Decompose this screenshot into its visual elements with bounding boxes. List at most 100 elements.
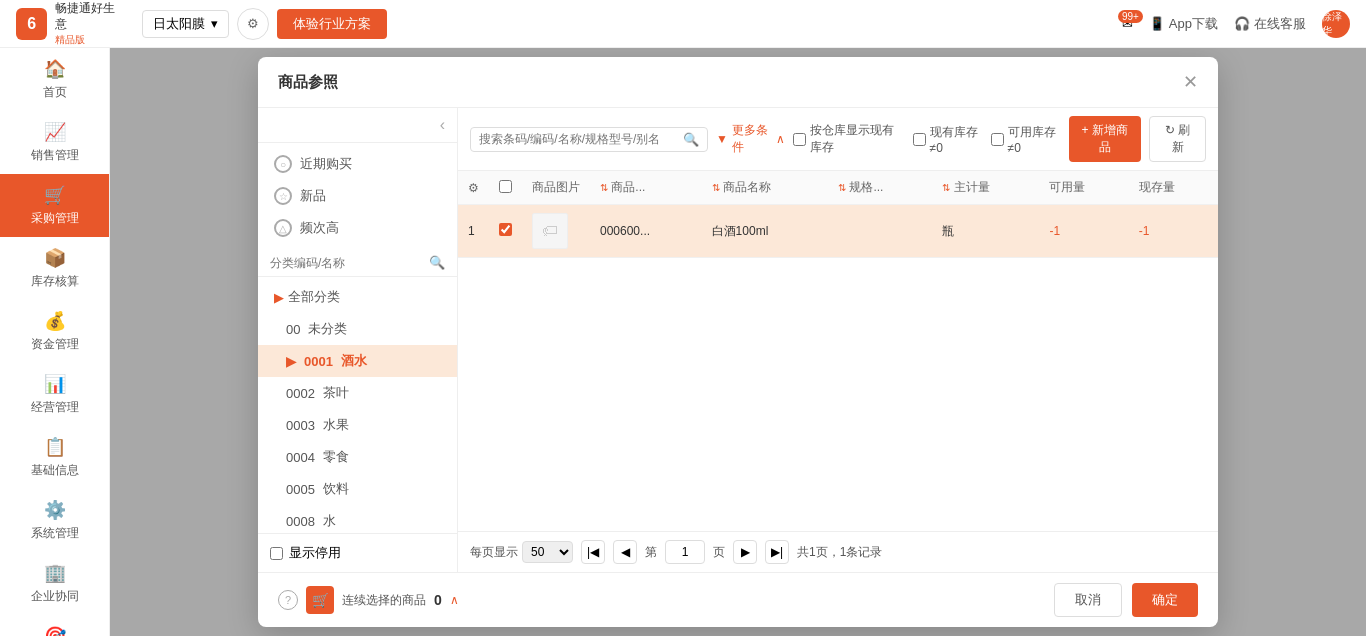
basic-info-icon: 📋 [44, 436, 66, 458]
online-service-button[interactable]: 🎧 在线客服 [1234, 15, 1306, 33]
finance-icon: 💰 [44, 310, 66, 332]
action-buttons: + 新增商品 ↻ 刷新 [1069, 116, 1206, 162]
top-center: 日太阳膜 ▾ ⚙ 体验行业方案 [142, 8, 1122, 40]
table-row[interactable]: 1 🏷 [458, 205, 1218, 258]
sort-unit-icon[interactable]: ⇅ [942, 182, 950, 193]
sort-code-icon[interactable]: ⇅ [600, 182, 608, 193]
add-product-button[interactable]: + 新增商品 [1069, 116, 1141, 162]
category-0001[interactable]: ▶ 0001 酒水 [258, 345, 457, 377]
page-number-input[interactable] [665, 540, 705, 564]
col-image-header: 商品图片 [522, 171, 590, 205]
user-profile[interactable]: 徐泽华 [1322, 10, 1350, 38]
per-page-select[interactable]: 50 20 100 [522, 541, 573, 563]
seq-cell: 1 [458, 205, 489, 258]
modal-close-button[interactable]: ✕ [1183, 71, 1198, 93]
sidebar-item-operations[interactable]: 📊 经营管理 [0, 363, 109, 426]
col-name-header: ⇅ 商品名称 [702, 171, 828, 205]
refresh-button[interactable]: ↻ 刷新 [1149, 116, 1206, 162]
next-page-button[interactable]: ▶ [733, 540, 757, 564]
sort-spec-icon[interactable]: ⇅ [838, 182, 846, 193]
product-search-input[interactable] [479, 132, 679, 146]
sidebar-item-inventory[interactable]: 📦 库存核算 [0, 237, 109, 300]
category-0004[interactable]: 0004 零食 [258, 441, 457, 473]
category-00[interactable]: 00 未分类 [258, 313, 457, 345]
recent-purchase-button[interactable]: ○ 近期购买 [258, 149, 457, 179]
sidebar-item-home[interactable]: 🏠 首页 [0, 48, 109, 111]
settings-button[interactable]: ⚙ [237, 8, 269, 40]
col-stock-header: 现存量 [1129, 171, 1218, 205]
product-search-box: 🔍 [470, 127, 708, 152]
chevron-down-icon: ▾ [211, 16, 218, 31]
star-icon: ☆ [274, 187, 292, 205]
confirm-button[interactable]: 确定 [1132, 583, 1198, 617]
show-disabled-checkbox[interactable] [270, 547, 283, 560]
expand-all-arrow: ▶ [274, 290, 284, 305]
sidebar-item-enterprise[interactable]: 🏢 企业协同 [0, 552, 109, 615]
selected-count: 0 [434, 592, 442, 608]
page-label: 第 [645, 544, 657, 561]
category-all[interactable]: ▶ 全部分类 [258, 281, 457, 313]
left-panel: ‹ ○ 近期购买 ☆ 新品 △ [258, 108, 458, 572]
sidebar-item-purchase[interactable]: 🛒 采购管理 [0, 174, 109, 237]
category-0003[interactable]: 0003 水果 [258, 409, 457, 441]
row-checkbox[interactable] [499, 223, 512, 236]
help-icon[interactable]: ? [278, 590, 298, 610]
high-frequency-button[interactable]: △ 频次高 [258, 213, 457, 243]
select-all-checkbox[interactable] [499, 180, 512, 193]
sidebar-item-sales[interactable]: 📈 销售管理 [0, 111, 109, 174]
mobile-icon: 📱 [1149, 16, 1165, 31]
footer-right: 取消 确定 [1054, 583, 1198, 617]
gear-settings-icon[interactable]: ⚙ [468, 181, 479, 195]
available-nonzero-row: 可用库存≠0 [991, 124, 1061, 155]
sales-icon: 📈 [44, 121, 66, 143]
cancel-button[interactable]: 取消 [1054, 583, 1122, 617]
sidebar-item-system[interactable]: ⚙️ 系统管理 [0, 489, 109, 552]
trial-button[interactable]: 体验行业方案 [277, 9, 387, 39]
last-page-button[interactable]: ▶| [765, 540, 789, 564]
category-0002[interactable]: 0002 茶叶 [258, 377, 457, 409]
app-download-button[interactable]: 📱 App下载 [1149, 15, 1218, 33]
category-search-icon[interactable]: 🔍 [429, 255, 445, 270]
sort-name-icon[interactable]: ⇅ [712, 182, 720, 193]
active-arrow-icon: ▶ [286, 354, 296, 369]
category-search-row: 🔍 [258, 249, 457, 277]
messages-button[interactable]: ✉ 99+ [1122, 16, 1133, 31]
category-0008[interactable]: 0008 水 [258, 505, 457, 533]
category-search-input[interactable] [270, 256, 423, 270]
col-spec-header: ⇅ 规格... [828, 171, 932, 205]
unit-cell: 瓶 [932, 205, 1039, 258]
collapse-left-button[interactable]: ‹ [440, 116, 445, 134]
home-icon: 🏠 [44, 58, 66, 80]
search-icon[interactable]: 🔍 [683, 132, 699, 147]
main-layout: 🏠 首页 📈 销售管理 🛒 采购管理 📦 库存核算 💰 资金管理 📊 经营管理 … [0, 48, 1366, 636]
sidebar-item-finance[interactable]: 💰 资金管理 [0, 300, 109, 363]
prev-page-button[interactable]: ◀ [613, 540, 637, 564]
headset-icon: 🎧 [1234, 16, 1250, 31]
col-gear: ⚙ [458, 171, 489, 205]
available-nonzero-checkbox[interactable] [991, 133, 1004, 146]
continuous-select-label: 连续选择的商品 [342, 592, 426, 609]
filter-icon: ▼ [716, 132, 728, 146]
total-info: 共1页，1条记录 [797, 544, 882, 561]
left-footer: 显示停用 [258, 533, 457, 572]
available-cell: -1 [1039, 205, 1128, 258]
col-unit-header: ⇅ 主计量 [932, 171, 1039, 205]
stock-nonzero-checkbox[interactable] [913, 133, 926, 146]
modal-header: 商品参照 ✕ [258, 57, 1218, 108]
image-cell: 🏷 [522, 205, 590, 258]
table-header-row: ⚙ 商品图片 [458, 171, 1218, 205]
sidebar-item-basic-info[interactable]: 📋 基础信息 [0, 426, 109, 489]
sidebar-item-guide[interactable]: 🎯 新手引导 [0, 615, 109, 636]
chevron-up-icon[interactable]: ∧ [450, 593, 459, 607]
store-name: 日太阳膜 [153, 15, 205, 33]
page-suffix: 页 [713, 544, 725, 561]
modal-overlay: 商品参照 ✕ ‹ ○ 近期购买 [110, 48, 1366, 636]
store-selector[interactable]: 日太阳膜 ▾ [142, 10, 229, 38]
warehouse-display-checkbox[interactable] [793, 133, 806, 146]
category-0005[interactable]: 0005 饮料 [258, 473, 457, 505]
more-filter-button[interactable]: ▼ 更多条件 ∧ [716, 122, 785, 156]
new-products-button[interactable]: ☆ 新品 [258, 181, 457, 211]
col-available-header: 可用量 [1039, 171, 1128, 205]
modal-footer: ? 🛒 连续选择的商品 0 ∧ 取消 确定 [258, 572, 1218, 627]
first-page-button[interactable]: |◀ [581, 540, 605, 564]
